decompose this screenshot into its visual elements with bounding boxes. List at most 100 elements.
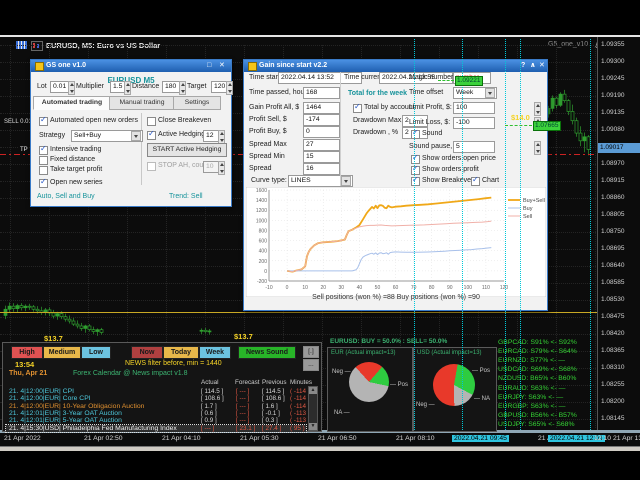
gain-field-7[interactable]: 16 [303,163,340,175]
news-filter-medium[interactable]: Medium [43,346,81,359]
news-event-text: 21. 4|12:00|EUR| Core CPI [9,395,91,403]
gain-field-2[interactable]: 1464 [303,102,340,114]
check-icon: ✓ [472,175,479,184]
gs-take-target-checkbox[interactable] [39,166,48,175]
gs-close-breakeven-checkbox[interactable] [147,117,156,126]
gain-field-1[interactable]: 168 [303,87,340,99]
gain-dialog-titlebar[interactable]: Gain since start v2.2 ? ∧ ✕ [244,60,547,72]
gain-sound-pause-arrows[interactable] [534,141,541,155]
svg-text:40: 40 [357,285,363,291]
gs-close-icon[interactable]: ✕ [219,60,225,72]
news-row[interactable]: 21. 4|12:00|EUR| Core CPI [ 108.6 ] [ --- … [6,395,310,403]
tab-automated-trading[interactable]: Automated trading [33,96,111,110]
news-row[interactable]: 21. 4|12:01|EUR| 3-Year OAT Auction [ 0.6… [6,409,310,417]
gs-fixed-distance-label: Fixed distance [50,156,96,163]
gain-limit-profit-arrows[interactable] [534,102,541,116]
time-axis-label: 21 Apr 02:50 [84,435,123,442]
eur-pie-label-neg: Neg — [332,369,351,375]
svg-text:80: 80 [429,285,435,291]
gain-field-label: Profit Sell, $ [249,116,287,123]
gain-chart-toggle-checkbox[interactable]: ✓ [471,175,480,186]
time-axis[interactable]: 21 Apr 2022 21 Apr 02:50 21 Apr 04:10 21 Ap… [0,433,640,445]
price-axis-label: 1.08585 [601,279,625,286]
gs-auto-open-checkbox[interactable]: ✓ [39,115,48,126]
news-row[interactable]: 21. 4|15:30|USD| Philadelphia Fed Manufa… [5,423,307,433]
check-icon: ✓ [412,164,419,173]
gain-field-6[interactable]: 15 [303,151,340,163]
gain-total-by-account-checkbox[interactable]: ✓ [353,102,362,113]
gs-param-target-arrows[interactable] [226,81,233,95]
gain-show-open-checkbox[interactable]: ✓ [411,153,420,164]
news-value-previous: [ 1.6 ] [262,402,278,410]
svg-text:0: 0 [264,269,267,275]
news-row[interactable]: 21. 4|12:00|EUR| 10-Year Obligacion Auct… [6,402,310,410]
time-axis-label: 21 Apr 06:50 [318,435,357,442]
news-row[interactable]: 21. 4|12:01|EUR| 5-Year OAT Auction [ 0.9… [6,417,310,424]
gs-dialog-title: GS one v1.0 [46,62,87,69]
breakeven-line[interactable] [0,312,597,313]
profit-tag-right: $14.0 [511,113,530,122]
gs-intensive-checkbox[interactable]: ✓ [39,144,48,155]
gs-fixed-distance-checkbox[interactable] [39,156,48,165]
gain-column-divider [340,72,341,186]
gain-limit-loss[interactable]: -100 [453,117,495,129]
gs-start-hedging-button[interactable]: START Active Hedging [147,143,227,157]
gain-field-3[interactable]: -174 [303,114,340,126]
eur-impact-panel: EUR (Actual impact=13) Neg — — Pos NA — [327,347,413,432]
gain-show-breakeven-checkbox[interactable]: ✓ [411,175,420,186]
news-sound-button[interactable]: News Sound [238,346,296,359]
gs-param-lot-arrows[interactable] [68,81,75,95]
gs-maximize-icon[interactable]: □ [207,60,211,72]
gain-help-icon[interactable]: ? [521,60,525,72]
news-col-header: Forecast [235,379,260,386]
gain-sound-pause[interactable]: 5 [453,141,495,153]
gs-param-lot[interactable]: 0.01 [50,81,70,93]
chart-window: EURUSD, M5: Euro vs US Dollar G5_one_v10… [0,35,640,451]
svg-text:10: 10 [302,285,308,291]
gain-field-5[interactable]: 27 [303,139,340,151]
tab-manual-trading[interactable]: Manual trading [109,96,175,110]
tab-settings[interactable]: Settings [173,96,221,110]
news-range-week[interactable]: Week [199,346,231,359]
news-filter-low[interactable]: Low [81,346,111,359]
window-bottom-strip [0,446,640,451]
gain-close-icon[interactable]: ✕ [539,60,545,72]
price-axis-label: 1.09135 [601,109,625,116]
news-small-button-1[interactable]: ... [303,359,319,371]
news-row[interactable]: 21. 4|12:00|EUR| CPI [ 114.5 ] [ --- ] [ 11… [6,388,310,395]
gs-dialog-titlebar[interactable]: GS one v1.0 □ ✕ [31,60,231,72]
news-small-button-0[interactable]: [.] [303,346,319,358]
time-axis-label: 21 Apr 08:10 [396,435,435,442]
gs-stop-ah-checkbox[interactable] [147,162,156,171]
news-range-today[interactable]: Today [163,346,199,359]
gs-strategy-select-arrow[interactable] [131,131,141,141]
gs-active-hedging-pct-arrows[interactable] [218,130,225,144]
svg-text:-10: -10 [265,285,272,291]
gs-param-distance-arrows[interactable] [179,81,186,95]
gain-sound-checkbox[interactable]: ✓ [411,128,420,139]
price-axis[interactable]: 1.09355 1.09300 1.09245 1.09190 1.09135 1.090… [597,37,640,430]
news-value-forecast: [ --- ] [236,409,250,417]
gain-field-4[interactable]: 0 [303,126,340,138]
scroll-up-icon[interactable]: ▲ [309,387,317,394]
gain-dialog[interactable]: Gain since start v2.2 ? ∧ ✕ Time start 20… [243,59,548,311]
gs-stop-ah-count-arrows[interactable] [218,161,225,175]
gs-open-series-checkbox[interactable]: ✓ [39,177,48,188]
gain-limit-profit[interactable]: 100 [453,102,495,114]
news-range-now[interactable]: Now [131,346,163,359]
gain-curve-select-arrow[interactable] [341,176,351,186]
gs-active-hedging-checkbox[interactable]: ✓ [147,129,156,140]
gain-show-open-label: Show orders open price [422,155,496,162]
gain-show-profit-checkbox[interactable]: ✓ [411,164,420,175]
news-scrollbar[interactable]: ▲ ▼ [308,386,318,431]
gain-dialog-icon [248,62,257,71]
news-filter-high[interactable]: High [11,346,43,359]
gs-param-multiplier-arrows[interactable] [124,81,131,95]
scroll-down-icon[interactable]: ▼ [309,423,317,430]
gain-time-offset-select-arrow[interactable] [485,88,495,98]
gs-one-dialog[interactable]: GS one v1.0 □ ✕ EURUSD M5 Lot 0.01 Multipl… [30,59,233,207]
gain-collapse-icon[interactable]: ∧ [530,60,536,72]
gs-intensive-label: Intensive trading [50,146,102,153]
breakeven-price-tag-2: 1.07665 [533,121,561,131]
time-axis-label: 12:10 [594,435,612,442]
